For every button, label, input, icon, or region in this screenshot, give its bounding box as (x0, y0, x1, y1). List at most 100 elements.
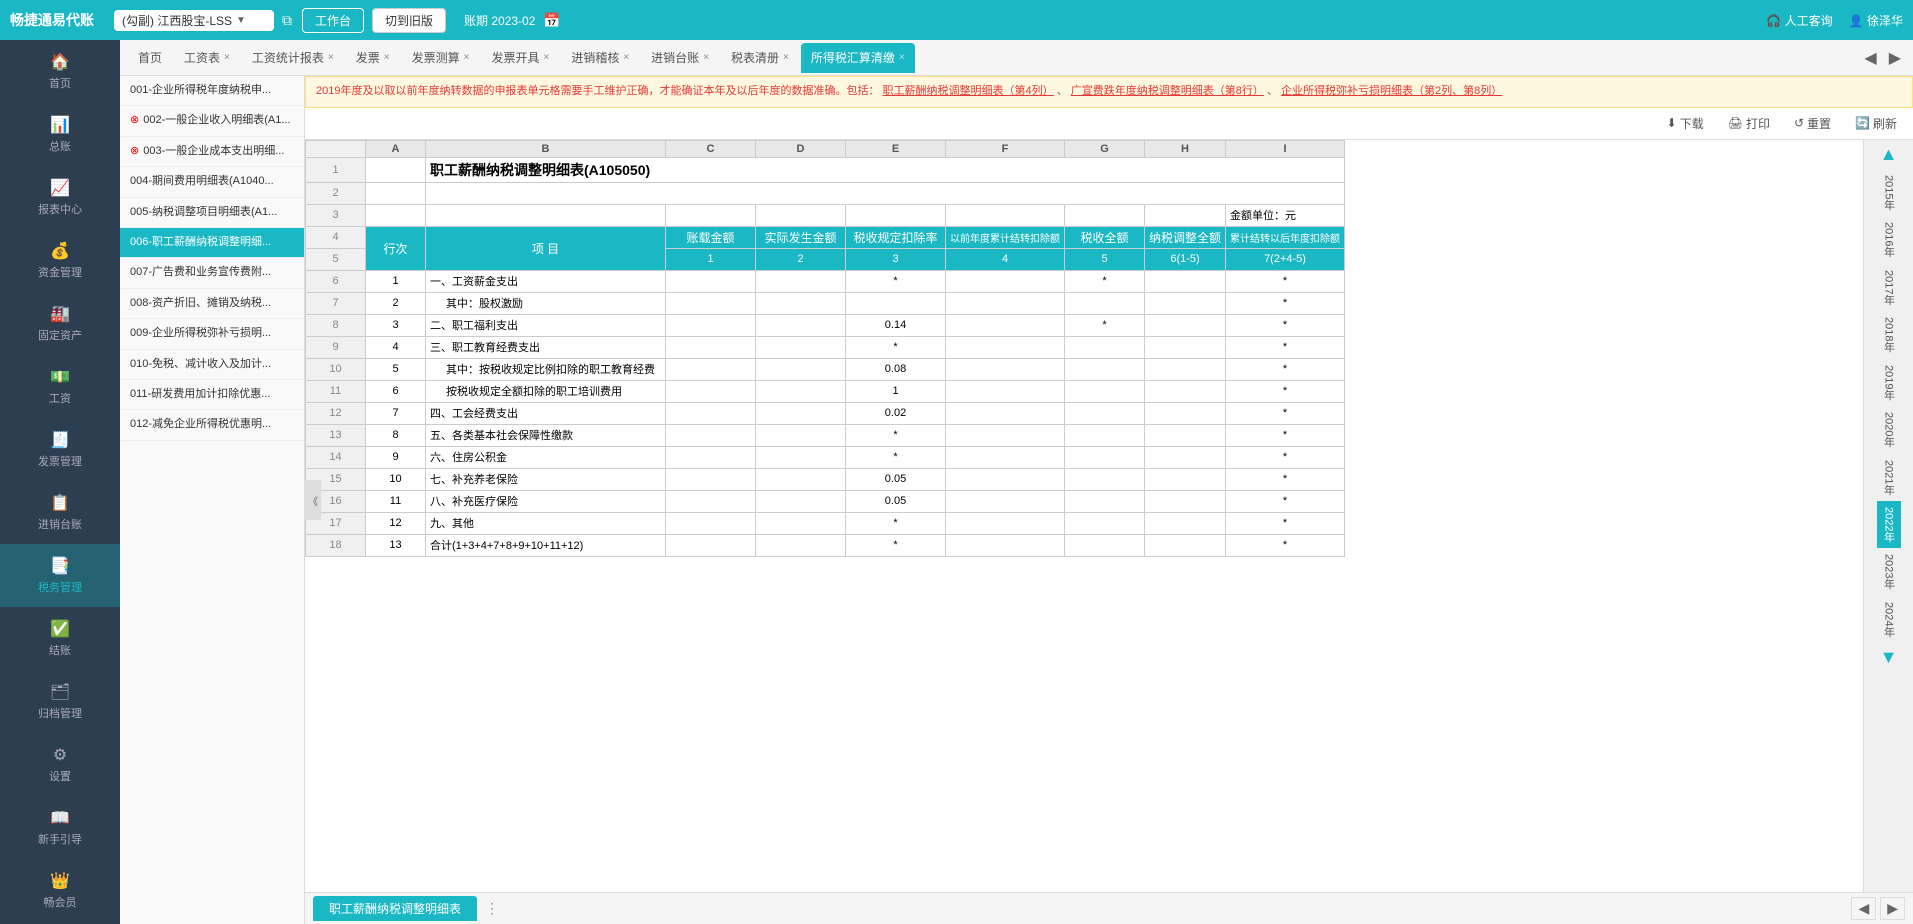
year-2015[interactable]: 2015年 (1877, 169, 1901, 216)
scroll-left-button[interactable]: ◀ (1851, 897, 1876, 920)
year-2022[interactable]: 2022年 (1877, 501, 1901, 548)
tab-payroll-close[interactable]: × (224, 52, 230, 63)
left-panel-item-9[interactable]: 010-免税、减计收入及加计... (120, 350, 304, 380)
year-2021[interactable]: 2021年 (1877, 454, 1901, 501)
year-scroll-down-icon[interactable]: ▼ (1880, 643, 1898, 672)
col-header-B: B (426, 140, 666, 157)
spreadsheet: A B C D E F G H I (305, 140, 1345, 557)
tab-home[interactable]: 首页 (128, 43, 172, 73)
spreadsheet-container[interactable]: A B C D E F G H I (305, 140, 1863, 892)
sidebar-item-settings[interactable]: ⚙ 设置 (0, 733, 120, 796)
panel-collapse-button[interactable]: 《 (305, 480, 321, 520)
copy-icon[interactable]: ⧉ (282, 12, 292, 29)
year-2018[interactable]: 2018年 (1877, 311, 1901, 358)
year-2023[interactable]: 2023年 (1877, 548, 1901, 595)
user-avatar[interactable]: 👤 徐泽华 (1849, 12, 1903, 29)
reports-icon: 📈 (50, 178, 70, 198)
tab-inout-ledger-close[interactable]: × (703, 52, 709, 63)
tab-invoice[interactable]: 发票 × (346, 43, 400, 73)
reset-button[interactable]: ↺ 重置 (1788, 112, 1837, 135)
sidebar-item-archive[interactable]: 🗂 归档管理 (0, 670, 120, 733)
table-row: 12 7 四、工会经费支出 0.02 * (306, 402, 1345, 424)
col-header-C: C (666, 140, 756, 157)
sidebar-item-inout[interactable]: 📋 进销台账 (0, 481, 120, 544)
tab-inout-audit-close[interactable]: × (623, 52, 629, 63)
tab-tax-list[interactable]: 税表清册 × (721, 43, 799, 73)
print-button[interactable]: 🖨 打印 (1722, 112, 1776, 135)
tab-invoice-calc[interactable]: 发票测算 × (402, 43, 480, 73)
sidebar-item-invoice[interactable]: 🧾 发票管理 (0, 418, 120, 481)
tab-tax-list-close[interactable]: × (783, 52, 789, 63)
year-panel: ▲ 2015年 2016年 2017年 2018年 2019年 2020年 20… (1863, 140, 1913, 892)
table-row: 15 10 七、补充养老保险 0.05 * (306, 468, 1345, 490)
sidebar-label-close: 结账 (49, 642, 71, 658)
tab-invoice-issue-close[interactable]: × (543, 52, 549, 63)
year-2024[interactable]: 2024年 (1877, 596, 1901, 643)
tab-inout-ledger[interactable]: 进销台账 × (641, 43, 719, 73)
service-button[interactable]: 🎧 人工客询 (1766, 12, 1832, 29)
table-row: 11 6 按税收规定全额扣除的职工培训费用 1 * (306, 380, 1345, 402)
sidebar-label-home: 首页 (49, 75, 71, 91)
left-panel-item-6[interactable]: 007-广告费和业务宣传费附... (120, 258, 304, 288)
switch-old-button[interactable]: 切到旧版 (372, 8, 446, 33)
sidebar-item-tax[interactable]: 📑 税务管理 (0, 544, 120, 607)
refresh-button[interactable]: 🔄 刷新 (1849, 112, 1903, 135)
download-button[interactable]: ⬇ 下载 (1661, 112, 1710, 135)
sidebar-item-ledger[interactable]: 📊 总账 (0, 103, 120, 166)
tab-payroll[interactable]: 工资表 × (174, 43, 240, 73)
col-header-F: F (946, 140, 1065, 157)
inout-icon: 📋 (50, 493, 70, 513)
sidebar-item-close[interactable]: ✅ 结账 (0, 607, 120, 670)
left-panel-item-10[interactable]: 011-研发费用加计扣除优惠... (120, 380, 304, 410)
warning-link-1[interactable]: 职工薪酬纳税调整明细表（第4列） (883, 85, 1054, 97)
tab-scroll-left-icon[interactable]: ◀ (1860, 46, 1880, 70)
left-panel-item-2[interactable]: ⊗ 003-一般企业成本支出明细... (120, 137, 304, 167)
left-panel-item-8[interactable]: 009-企业所得税弥补亏损明... (120, 319, 304, 349)
year-scroll-up-icon[interactable]: ▲ (1880, 140, 1898, 169)
company-selector[interactable]: (勾副) 江西股宝-LSS ▼ (114, 10, 274, 31)
table-row: 18 13 合计(1+3+4+7+8+9+10+11+12) * * (306, 534, 1345, 556)
sheet-tab[interactable]: 职工薪酬纳税调整明细表 (313, 896, 477, 921)
left-panel-item-7[interactable]: 008-资产折旧、摊销及纳税... (120, 289, 304, 319)
left-panel-item-1[interactable]: ⊗ 002-一般企业收入明细表(A1... (120, 106, 304, 136)
table-row: 16 11 八、补充医疗保险 0.05 * (306, 490, 1345, 512)
avatar-icon: 👤 (1849, 14, 1864, 28)
warning-link-3[interactable]: 企业所得税弥补亏损明细表（第2列、第8列） (1281, 85, 1502, 97)
settings-icon: ⚙ (53, 745, 67, 765)
sidebar-item-guide[interactable]: 📖 新手引导 (0, 796, 120, 859)
tab-invoice-calc-close[interactable]: × (464, 52, 470, 63)
year-2020[interactable]: 2020年 (1877, 406, 1901, 453)
tab-invoice-close[interactable]: × (384, 52, 390, 63)
tab-scroll-right-icon[interactable]: ▶ (1885, 46, 1905, 70)
sub-header-3: 3 (892, 253, 898, 265)
left-panel-item-4[interactable]: 005-纳税调整项目明细表(A1... (120, 198, 304, 228)
tab-income-tax-close[interactable]: × (899, 52, 905, 63)
left-panel-item-5[interactable]: 006-职工薪酬纳税调整明细... (120, 228, 304, 258)
tax-icon: 📑 (50, 556, 70, 576)
col-header-G: G (1065, 140, 1145, 157)
sidebar-item-reports[interactable]: 📈 报表中心 (0, 166, 120, 229)
year-2017[interactable]: 2017年 (1877, 264, 1901, 311)
sidebar-item-payroll[interactable]: 💵 工资 (0, 355, 120, 418)
funds-icon: 💰 (50, 241, 70, 261)
sidebar-item-home[interactable]: 🏠 首页 (0, 40, 120, 103)
calendar-icon[interactable]: 📅 (543, 12, 560, 29)
warning-link-2[interactable]: 广宣费跌年度纳税调整明细表（第8行） (1071, 85, 1264, 97)
scroll-right-button[interactable]: ▶ (1880, 897, 1905, 920)
year-2019[interactable]: 2019年 (1877, 359, 1901, 406)
left-panel-item-3[interactable]: 004-期间费用明细表(A1040... (120, 167, 304, 197)
sidebar-item-funds[interactable]: 💰 资金管理 (0, 229, 120, 292)
left-panel-item-0[interactable]: 001-企业所得税年度纳税申... (120, 76, 304, 106)
tab-invoice-issue[interactable]: 发票开具 × (481, 43, 559, 73)
tab-payroll-stats[interactable]: 工资统计报表 × (242, 43, 344, 73)
sidebar-item-assets[interactable]: 🏭 固定资产 (0, 292, 120, 355)
sheet-options-icon[interactable]: ⋮ (485, 900, 499, 917)
download-icon: ⬇ (1667, 116, 1677, 130)
tab-payroll-stats-close[interactable]: × (328, 52, 334, 63)
left-panel-item-11[interactable]: 012-减免企业所得税优惠明... (120, 410, 304, 440)
sidebar-item-vip[interactable]: 👑 畅会员 (0, 859, 120, 922)
work-bench-button[interactable]: 工作台 (302, 8, 364, 33)
tab-income-tax[interactable]: 所得税汇算清缴 × (801, 43, 915, 73)
tab-inout-audit[interactable]: 进销稽核 × (561, 43, 639, 73)
year-2016[interactable]: 2016年 (1877, 216, 1901, 263)
